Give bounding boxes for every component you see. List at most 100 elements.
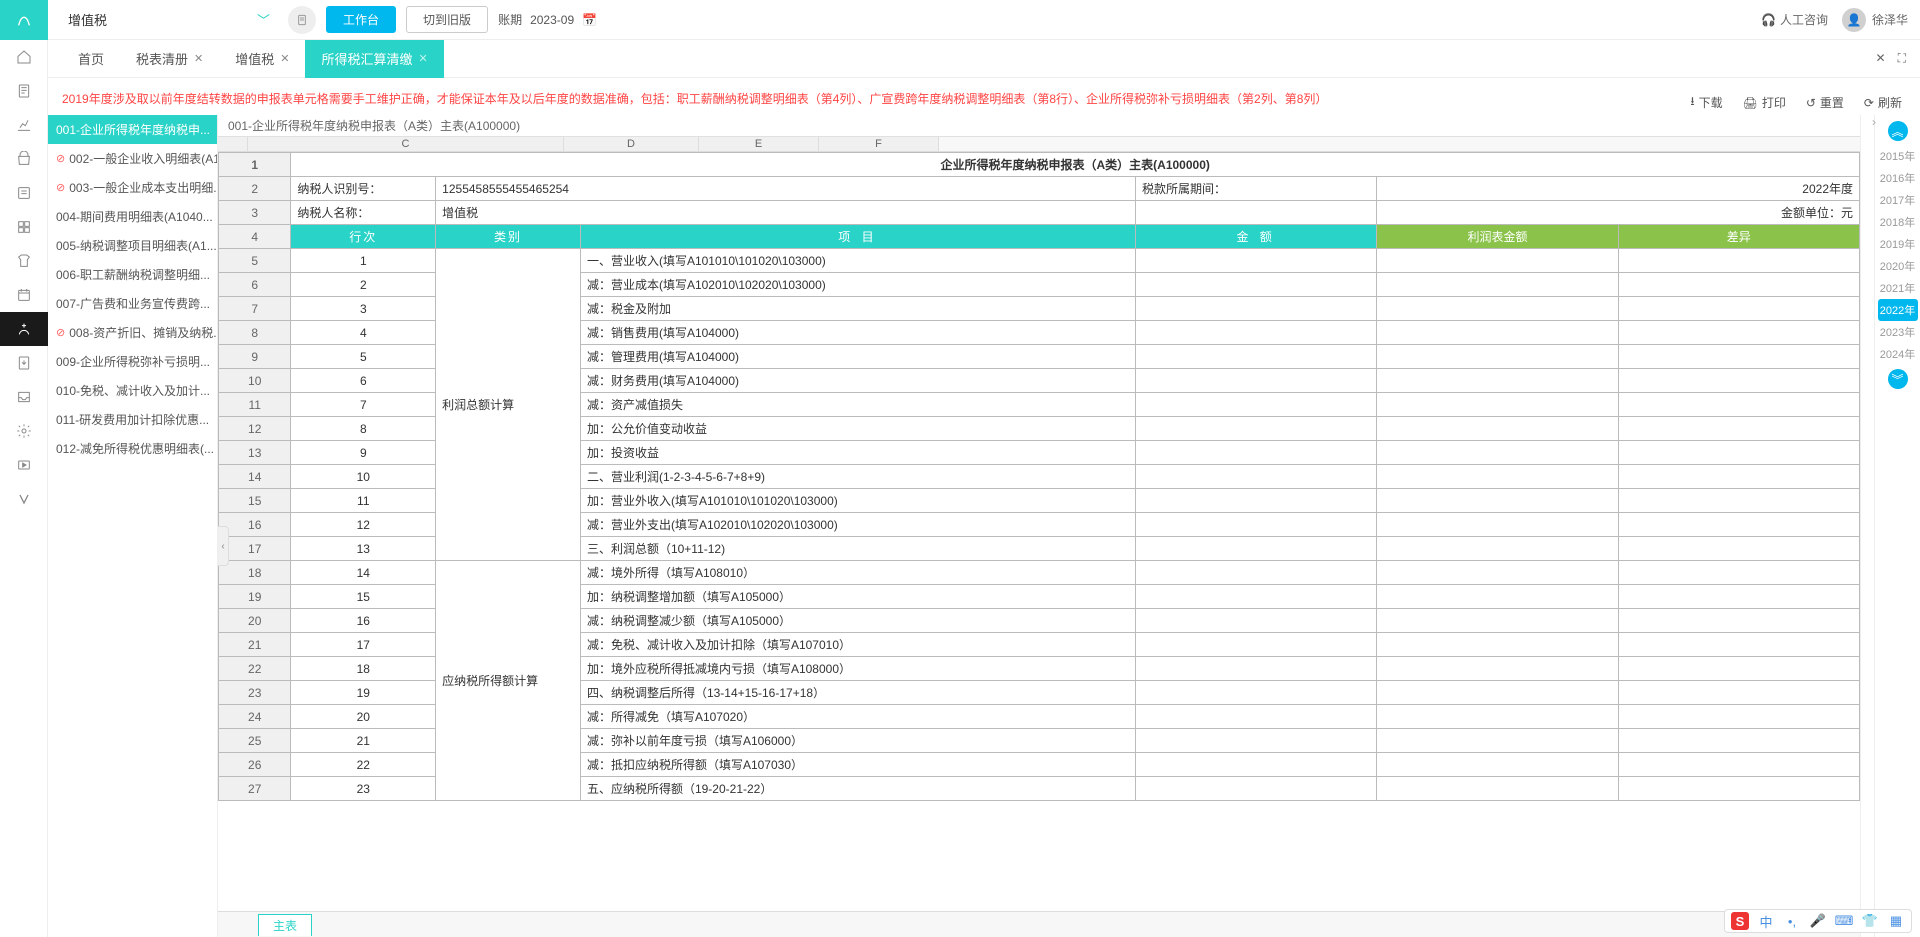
diff-cell[interactable] bbox=[1618, 321, 1859, 345]
tab-0[interactable]: 首页 bbox=[62, 40, 120, 78]
nav-list-icon[interactable] bbox=[0, 176, 48, 210]
tax-sheet[interactable]: 1企业所得税年度纳税申报表（A类）主表(A100000) 2 纳税人识别号： 1… bbox=[218, 152, 1860, 801]
amount-cell[interactable] bbox=[1135, 417, 1376, 441]
amount-cell[interactable] bbox=[1135, 777, 1376, 801]
amount-cell[interactable] bbox=[1135, 273, 1376, 297]
ime-mic-icon[interactable]: 🎤 bbox=[1809, 912, 1827, 930]
diff-cell[interactable] bbox=[1618, 657, 1859, 681]
tab-close-icon[interactable]: ✕ bbox=[280, 52, 289, 65]
pl-cell[interactable] bbox=[1377, 417, 1618, 441]
year-2016年[interactable]: 2016年 bbox=[1878, 167, 1918, 189]
amount-cell[interactable] bbox=[1135, 537, 1376, 561]
year-up-icon[interactable]: ︽ bbox=[1888, 121, 1908, 141]
nav-settings-icon[interactable] bbox=[0, 414, 48, 448]
diff-cell[interactable] bbox=[1618, 345, 1859, 369]
diff-cell[interactable] bbox=[1618, 705, 1859, 729]
pl-cell[interactable] bbox=[1377, 561, 1618, 585]
diff-cell[interactable] bbox=[1618, 489, 1859, 513]
company-selector[interactable]: 增值税 ﹀ bbox=[60, 6, 278, 33]
year-2019年[interactable]: 2019年 bbox=[1878, 233, 1918, 255]
user-block[interactable]: 👤 徐泽华 bbox=[1842, 8, 1908, 32]
form-item-7[interactable]: ⊘008-资产折旧、摊销及纳税... bbox=[48, 318, 217, 347]
diff-cell[interactable] bbox=[1618, 297, 1859, 321]
nav-shirt-icon[interactable] bbox=[0, 244, 48, 278]
pl-cell[interactable] bbox=[1377, 321, 1618, 345]
tab-1[interactable]: 税表清册✕ bbox=[120, 40, 219, 78]
amount-cell[interactable] bbox=[1135, 561, 1376, 585]
form-item-6[interactable]: 007-广告费和业务宣传费跨... bbox=[48, 289, 217, 318]
pl-cell[interactable] bbox=[1377, 441, 1618, 465]
pl-cell[interactable] bbox=[1377, 273, 1618, 297]
reset-button[interactable]: ↺重置 bbox=[1806, 92, 1844, 113]
amount-cell[interactable] bbox=[1135, 441, 1376, 465]
year-2020年[interactable]: 2020年 bbox=[1878, 255, 1918, 277]
consult-button[interactable]: 🎧 人工咨询 bbox=[1761, 11, 1828, 28]
pl-cell[interactable] bbox=[1377, 393, 1618, 417]
amount-cell[interactable] bbox=[1135, 633, 1376, 657]
ime-grid-icon[interactable]: ▦ bbox=[1887, 912, 1905, 930]
pl-cell[interactable] bbox=[1377, 609, 1618, 633]
nav-video-icon[interactable] bbox=[0, 448, 48, 482]
nav-export-icon[interactable] bbox=[0, 346, 48, 380]
tab-close-icon[interactable]: ✕ bbox=[194, 52, 203, 65]
collapse-handle[interactable]: ‹ bbox=[218, 526, 229, 566]
pl-cell[interactable] bbox=[1377, 657, 1618, 681]
pl-cell[interactable] bbox=[1377, 297, 1618, 321]
diff-cell[interactable] bbox=[1618, 681, 1859, 705]
ime-lang[interactable]: 中 bbox=[1757, 912, 1775, 930]
ime-brand-icon[interactable]: S bbox=[1731, 912, 1749, 930]
form-item-10[interactable]: 011-研发费用加计扣除优惠... bbox=[48, 405, 217, 434]
pl-cell[interactable] bbox=[1377, 249, 1618, 273]
pl-cell[interactable] bbox=[1377, 369, 1618, 393]
diff-cell[interactable] bbox=[1618, 249, 1859, 273]
year-2015年[interactable]: 2015年 bbox=[1878, 145, 1918, 167]
amount-cell[interactable] bbox=[1135, 249, 1376, 273]
ime-shirt-icon[interactable]: 👕 bbox=[1861, 912, 1879, 930]
diff-cell[interactable] bbox=[1618, 609, 1859, 633]
ime-punct-icon[interactable]: •, bbox=[1783, 912, 1801, 930]
nav-home-icon[interactable] bbox=[0, 40, 48, 74]
diff-cell[interactable] bbox=[1618, 513, 1859, 537]
switch-old-button[interactable]: 切到旧版 bbox=[406, 6, 488, 33]
pl-cell[interactable] bbox=[1377, 465, 1618, 489]
sheet-tab-main[interactable]: 主表 bbox=[258, 914, 312, 936]
nav-calendar-icon[interactable] bbox=[0, 278, 48, 312]
amount-cell[interactable] bbox=[1135, 489, 1376, 513]
pl-cell[interactable] bbox=[1377, 729, 1618, 753]
workbench-button[interactable]: 工作台 bbox=[326, 6, 396, 33]
year-2024年[interactable]: 2024年 bbox=[1878, 343, 1918, 365]
pl-cell[interactable] bbox=[1377, 513, 1618, 537]
nav-tax-icon[interactable] bbox=[0, 312, 48, 346]
nav-bag-icon[interactable] bbox=[0, 142, 48, 176]
calendar-icon[interactable]: 📅 bbox=[582, 13, 597, 27]
pl-cell[interactable] bbox=[1377, 681, 1618, 705]
tab-3[interactable]: 所得税汇算清缴✕ bbox=[305, 40, 443, 78]
pl-cell[interactable] bbox=[1377, 633, 1618, 657]
amount-cell[interactable] bbox=[1135, 609, 1376, 633]
diff-cell[interactable] bbox=[1618, 393, 1859, 417]
pl-cell[interactable] bbox=[1377, 753, 1618, 777]
expand-icon[interactable]: ⛶ bbox=[1898, 51, 1906, 66]
pl-cell[interactable] bbox=[1377, 489, 1618, 513]
nav-chart-icon[interactable] bbox=[0, 108, 48, 142]
diff-cell[interactable] bbox=[1618, 441, 1859, 465]
nav-grid-icon[interactable] bbox=[0, 210, 48, 244]
pl-cell[interactable] bbox=[1377, 777, 1618, 801]
diff-cell[interactable] bbox=[1618, 537, 1859, 561]
year-2017年[interactable]: 2017年 bbox=[1878, 189, 1918, 211]
year-2023年[interactable]: 2023年 bbox=[1878, 321, 1918, 343]
pl-cell[interactable] bbox=[1377, 705, 1618, 729]
gutter-chevron-icon[interactable]: › bbox=[1872, 115, 1876, 129]
tab-close-icon[interactable]: ✕ bbox=[419, 52, 428, 65]
form-item-4[interactable]: 005-纳税调整项目明细表(A1... bbox=[48, 231, 217, 260]
tab-2[interactable]: 增值税✕ bbox=[219, 40, 305, 78]
amount-cell[interactable] bbox=[1135, 369, 1376, 393]
close-all-icon[interactable]: ✕ bbox=[1876, 51, 1886, 66]
amount-cell[interactable] bbox=[1135, 681, 1376, 705]
refresh-button[interactable]: ⟳刷新 bbox=[1864, 92, 1902, 113]
diff-cell[interactable] bbox=[1618, 273, 1859, 297]
amount-cell[interactable] bbox=[1135, 465, 1376, 489]
form-item-8[interactable]: 009-企业所得税弥补亏损明... bbox=[48, 347, 217, 376]
diff-cell[interactable] bbox=[1618, 561, 1859, 585]
amount-cell[interactable] bbox=[1135, 321, 1376, 345]
